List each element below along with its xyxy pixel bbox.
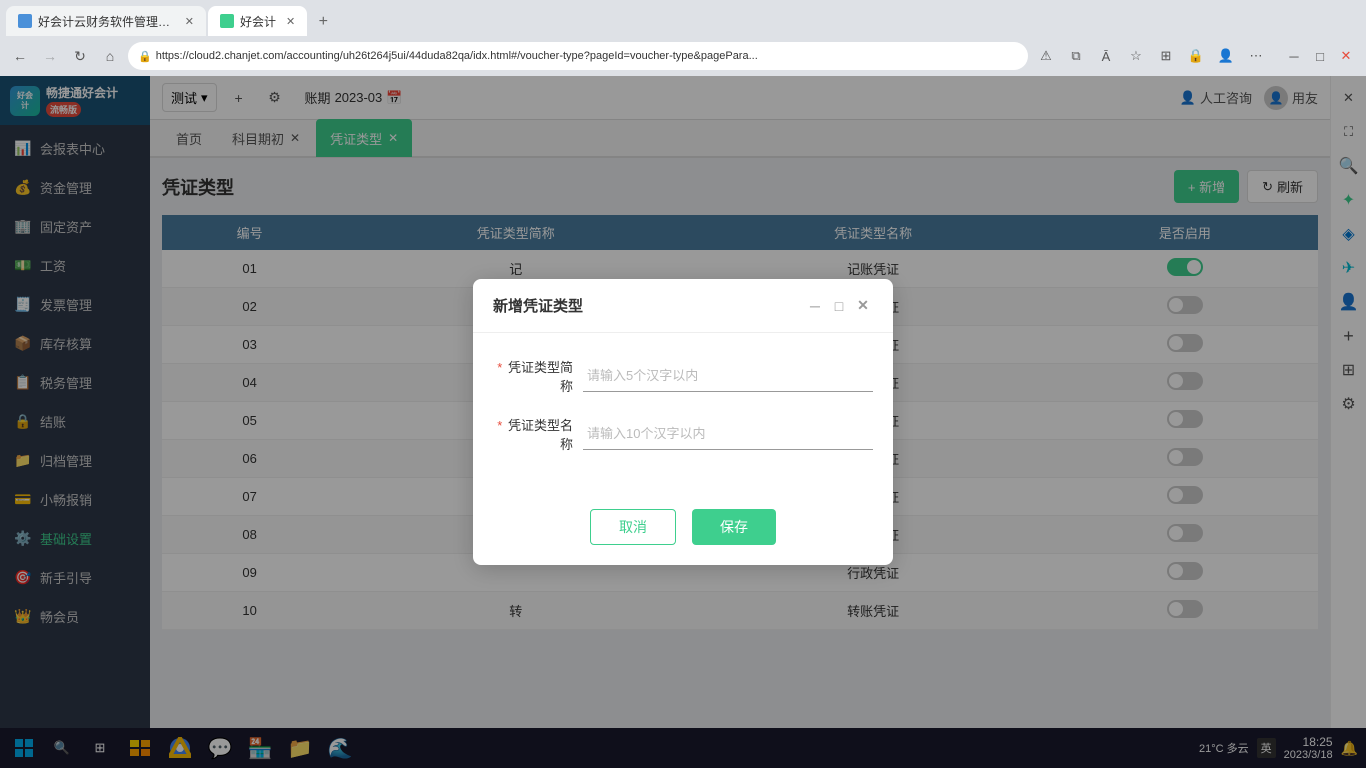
tab2-favicon — [220, 14, 234, 28]
browser-addressbar: ← → ↻ ⌂ 🔒 https://cloud2.chanjet.com/acc… — [0, 36, 1366, 76]
short-required-mark: * — [497, 360, 502, 375]
cancel-button[interactable]: 取消 — [590, 509, 676, 545]
modal-overlay: 新增凭证类型 ─ □ ✕ * 凭证类型简称 * 凭证类型名称 — [0, 76, 1366, 768]
back-button[interactable]: ← — [8, 44, 32, 68]
browser-tabs-bar: 好会计云财务软件管理系统_会计 ✕ 好会计 ✕ + — [0, 0, 1366, 36]
url-bar[interactable]: 🔒 https://cloud2.chanjet.com/accounting/… — [128, 42, 1028, 70]
short-name-text: 凭证类型简称 — [508, 360, 573, 394]
extension-btn-4[interactable]: ☆ — [1124, 44, 1148, 68]
close-window-button[interactable]: ✕ — [1334, 44, 1358, 68]
extension-btn-3[interactable]: Ā — [1094, 44, 1118, 68]
tab1-favicon — [18, 14, 32, 28]
extension-btn-2[interactable]: ⧉ — [1064, 44, 1088, 68]
full-required-mark: * — [497, 418, 502, 433]
full-name-label: * 凭证类型名称 — [493, 415, 583, 453]
save-button[interactable]: 保存 — [692, 509, 776, 545]
extension-btn-7[interactable]: 👤 — [1214, 44, 1238, 68]
form-row-full: * 凭证类型名称 — [493, 415, 873, 453]
browser-tab-2[interactable]: 好会计 ✕ — [208, 6, 307, 36]
tab1-label: 好会计云财务软件管理系统_会计 — [38, 13, 175, 30]
form-row-short: * 凭证类型简称 — [493, 357, 873, 395]
url-lock-icon: 🔒 — [138, 50, 152, 63]
modal-body: * 凭证类型简称 * 凭证类型名称 — [473, 333, 893, 497]
modal-close-btn[interactable]: ✕ — [853, 296, 873, 316]
modal-footer: 取消 保存 — [473, 497, 893, 565]
browser-tab-1[interactable]: 好会计云财务软件管理系统_会计 ✕ — [6, 6, 206, 36]
extension-btn-5[interactable]: ⊞ — [1154, 44, 1178, 68]
full-name-input[interactable] — [583, 418, 873, 450]
reload-button[interactable]: ↻ — [68, 44, 92, 68]
maximize-button[interactable]: □ — [1308, 44, 1332, 68]
short-name-input[interactable] — [583, 360, 873, 392]
extension-btn-6[interactable]: 🔒 — [1184, 44, 1208, 68]
tab1-close[interactable]: ✕ — [185, 15, 194, 28]
tab2-close[interactable]: ✕ — [286, 15, 295, 28]
forward-button[interactable]: → — [38, 44, 62, 68]
modal-header: 新增凭证类型 ─ □ ✕ — [473, 279, 893, 333]
modal-controls: ─ □ ✕ — [805, 296, 873, 316]
modal-title: 新增凭证类型 — [493, 295, 583, 316]
new-tab-button[interactable]: + — [309, 8, 337, 36]
home-button[interactable]: ⌂ — [98, 44, 122, 68]
minimize-button[interactable]: ─ — [1282, 44, 1306, 68]
full-name-text: 凭证类型名称 — [508, 418, 573, 452]
more-button[interactable]: ⋯ — [1244, 44, 1268, 68]
short-name-label: * 凭证类型简称 — [493, 357, 583, 395]
url-text: https://cloud2.chanjet.com/accounting/uh… — [156, 50, 1018, 62]
modal-dialog: 新增凭证类型 ─ □ ✕ * 凭证类型简称 * 凭证类型名称 — [473, 279, 893, 565]
tab2-label: 好会计 — [240, 13, 276, 30]
browser-chrome: 好会计云财务软件管理系统_会计 ✕ 好会计 ✕ + ← → ↻ ⌂ 🔒 http… — [0, 0, 1366, 76]
modal-minimize-btn[interactable]: ─ — [805, 296, 825, 316]
extension-btn-1[interactable]: ⚠ — [1034, 44, 1058, 68]
modal-expand-btn[interactable]: □ — [829, 296, 849, 316]
